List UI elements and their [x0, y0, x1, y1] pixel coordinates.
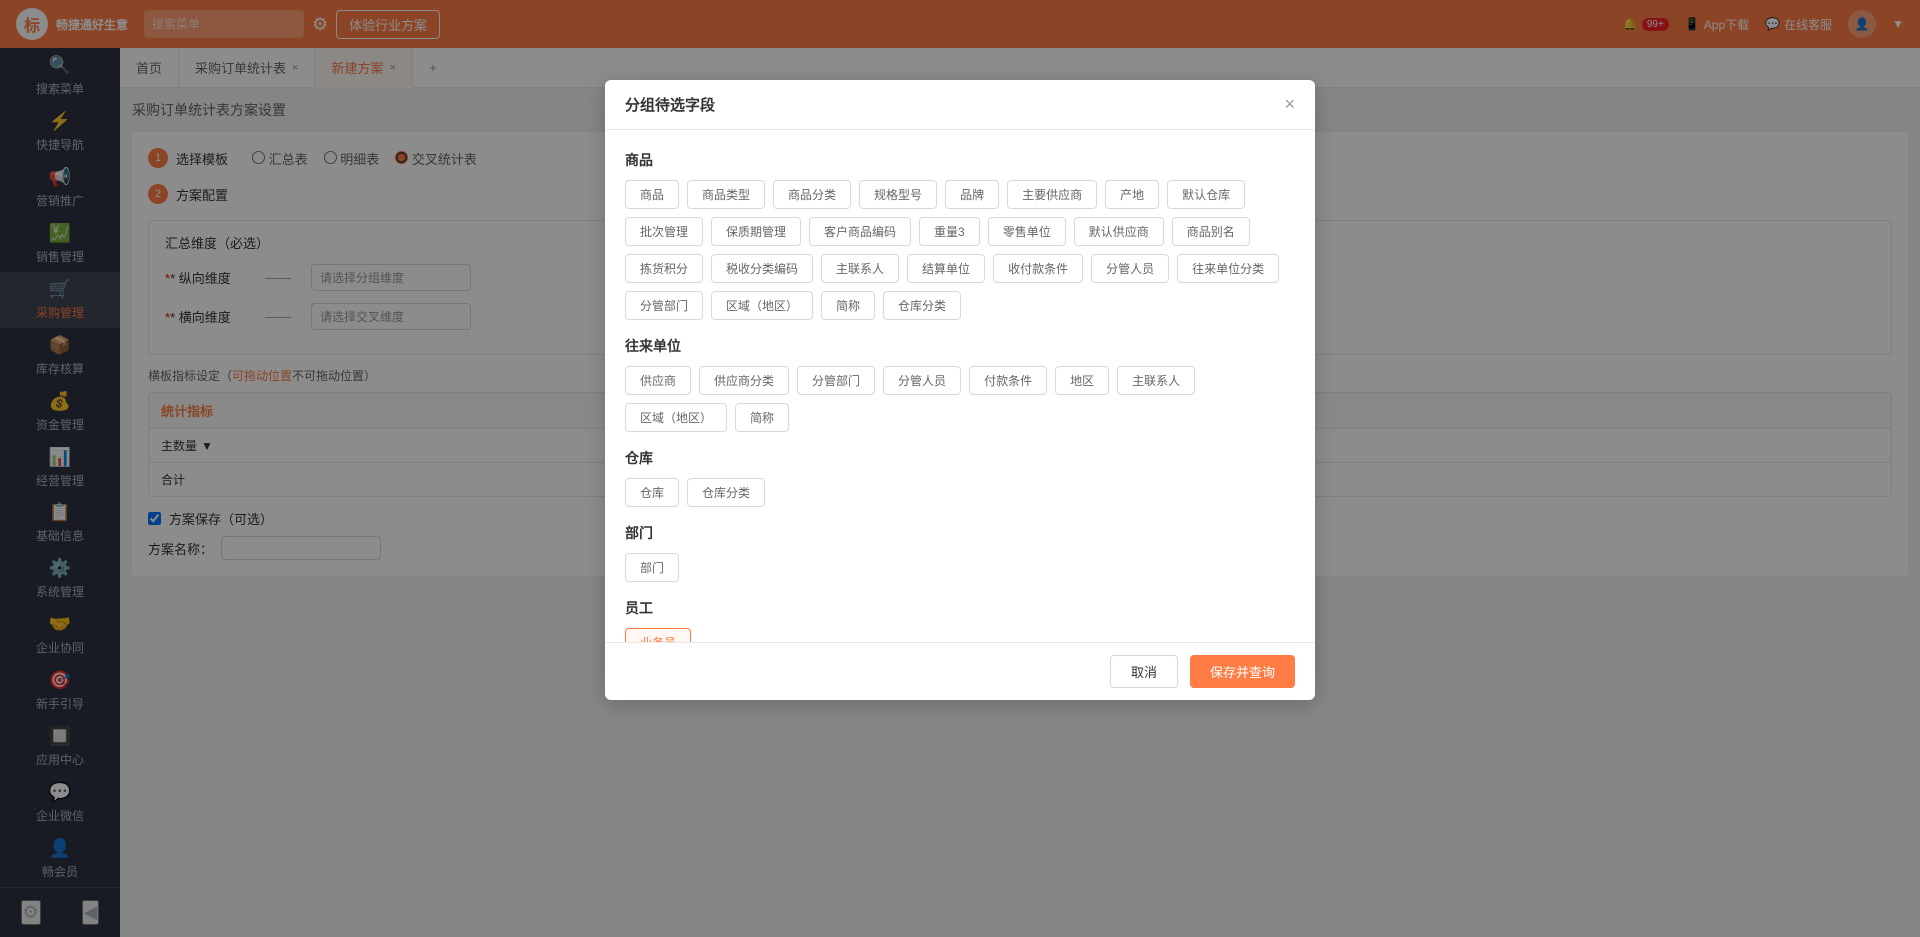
field-tag[interactable]: 分管部门 — [625, 291, 703, 320]
section-title-warehouse: 仓库 — [625, 448, 1295, 468]
field-tag[interactable]: 供应商分类 — [699, 366, 789, 395]
field-tag[interactable]: 结算单位 — [907, 254, 985, 283]
field-tag[interactable]: 商品 — [625, 180, 679, 209]
field-grid-dept: 部门 — [625, 553, 1295, 582]
field-tag[interactable]: 拣货积分 — [625, 254, 703, 283]
field-tag[interactable]: 仓库 — [625, 478, 679, 507]
field-grid-goods: 商品 商品类型 商品分类 规格型号 品牌 主要供应商 产地 默认仓库 批次管理 … — [625, 180, 1295, 320]
section-title-goods: 商品 — [625, 150, 1295, 170]
field-tag[interactable]: 收付款条件 — [993, 254, 1083, 283]
field-tag[interactable]: 分管人员 — [1091, 254, 1169, 283]
field-grid-contacts: 供应商 供应商分类 分管部门 分管人员 付款条件 地区 主联系人 区域（地区） … — [625, 366, 1295, 432]
field-tag[interactable]: 商品别名 — [1172, 217, 1250, 246]
field-tag[interactable]: 主联系人 — [821, 254, 899, 283]
modal-body: 商品 商品 商品类型 商品分类 规格型号 品牌 主要供应商 产地 默认仓库 批次… — [605, 130, 1315, 642]
field-tag[interactable]: 税收分类编码 — [711, 254, 813, 283]
field-tag[interactable]: 客户商品编码 — [809, 217, 911, 246]
field-grid-employee: 业务员 — [625, 628, 1295, 642]
field-tag[interactable]: 分管部门 — [797, 366, 875, 395]
section-title-employee: 员工 — [625, 598, 1295, 618]
field-tag[interactable]: 品牌 — [945, 180, 999, 209]
modal-title: 分组待选字段 — [625, 94, 715, 115]
field-tag[interactable]: 简称 — [821, 291, 875, 320]
field-tag[interactable]: 保质期管理 — [711, 217, 801, 246]
field-tag[interactable]: 产地 — [1105, 180, 1159, 209]
modal-confirm-btn[interactable]: 保存并查询 — [1190, 655, 1295, 688]
field-tag[interactable]: 分管人员 — [883, 366, 961, 395]
modal-footer: 取消 保存并查询 — [605, 642, 1315, 700]
field-tag[interactable]: 仓库分类 — [883, 291, 961, 320]
field-tag[interactable]: 规格型号 — [859, 180, 937, 209]
field-grid-warehouse: 仓库 仓库分类 — [625, 478, 1295, 507]
field-tag[interactable]: 区域（地区） — [625, 403, 727, 432]
section-title-dept: 部门 — [625, 523, 1295, 543]
field-tag[interactable]: 默认仓库 — [1167, 180, 1245, 209]
field-tag[interactable]: 仓库分类 — [687, 478, 765, 507]
field-tag[interactable]: 默认供应商 — [1074, 217, 1164, 246]
modal-header: 分组待选字段 × — [605, 80, 1315, 130]
field-tag[interactable]: 主联系人 — [1117, 366, 1195, 395]
field-tag[interactable]: 重量3 — [919, 217, 980, 246]
field-tag-selected[interactable]: 业务员 — [625, 628, 691, 642]
modal-close-btn[interactable]: × — [1284, 94, 1295, 115]
modal-cancel-btn[interactable]: 取消 — [1110, 655, 1178, 688]
field-tag[interactable]: 主要供应商 — [1007, 180, 1097, 209]
field-tag[interactable]: 供应商 — [625, 366, 691, 395]
field-tag[interactable]: 商品类型 — [687, 180, 765, 209]
field-tag[interactable]: 商品分类 — [773, 180, 851, 209]
field-tag[interactable]: 区域（地区） — [711, 291, 813, 320]
modal: 分组待选字段 × 商品 商品 商品类型 商品分类 规格型号 品牌 主要供应商 产… — [605, 80, 1315, 700]
field-tag[interactable]: 地区 — [1055, 366, 1109, 395]
field-tag[interactable]: 付款条件 — [969, 366, 1047, 395]
modal-overlay: 分组待选字段 × 商品 商品 商品类型 商品分类 规格型号 品牌 主要供应商 产… — [0, 0, 1920, 937]
field-tag[interactable]: 简称 — [735, 403, 789, 432]
field-tag[interactable]: 零售单位 — [988, 217, 1066, 246]
field-tag[interactable]: 往来单位分类 — [1177, 254, 1279, 283]
field-tag[interactable]: 批次管理 — [625, 217, 703, 246]
section-title-contacts: 往来单位 — [625, 336, 1295, 356]
field-tag[interactable]: 部门 — [625, 553, 679, 582]
